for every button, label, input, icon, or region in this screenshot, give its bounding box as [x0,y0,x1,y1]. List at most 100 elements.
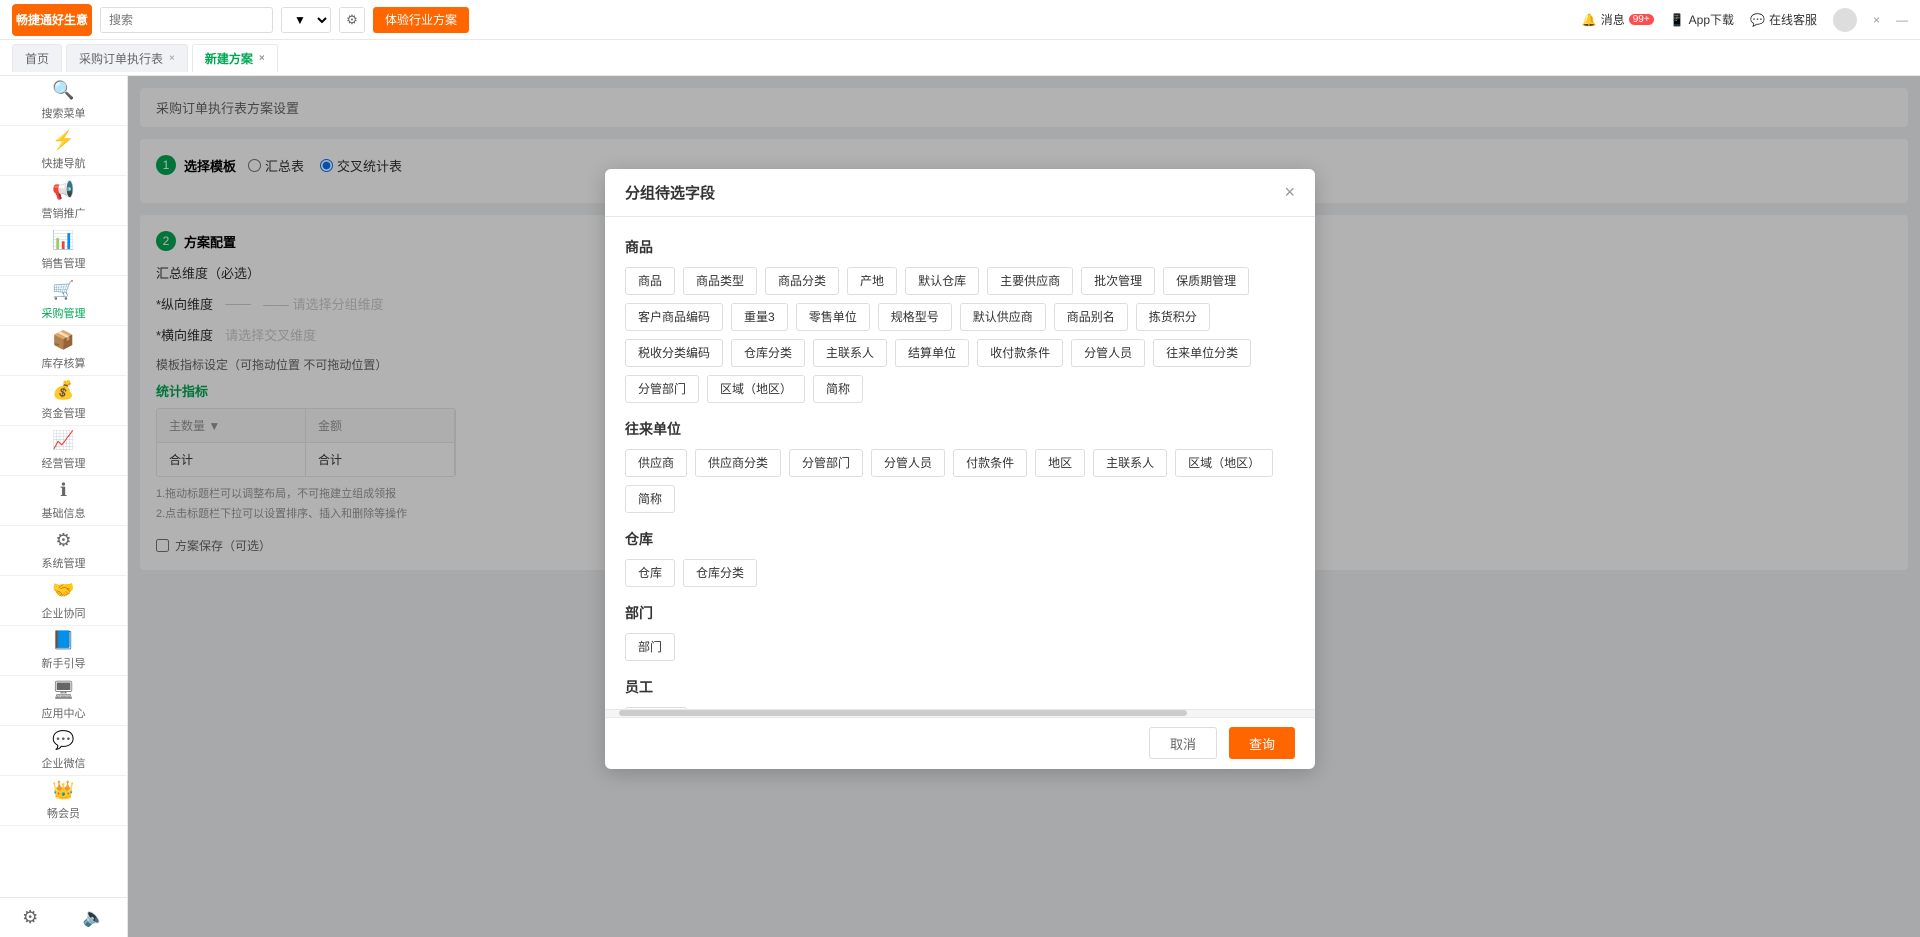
field-origin[interactable]: 产地 [847,267,897,295]
product-fields: 商品 商品类型 商品分类 产地 默认仓库 主要供应商 批次管理 保质期管理 客户… [625,267,1295,403]
sidebar-item-collab[interactable]: 🤝 企业协同 [0,576,127,626]
sidebar-item-basic-info[interactable]: ℹ 基础信息 [0,476,127,526]
minimize-icon[interactable]: — [1896,13,1908,27]
cancel-button[interactable]: 取消 [1149,727,1217,759]
message-icon: 🔔 [1582,13,1597,27]
appstore-icon: 🖥 [52,680,75,701]
online-service-button[interactable]: 💬 在线客服 [1750,11,1817,28]
modal-footer: 取消 查询 [605,717,1315,769]
field-pick-points[interactable]: 拣货积分 [1136,303,1210,331]
message-button[interactable]: 🔔 消息 99+ [1582,11,1654,28]
field-product-type[interactable]: 商品类型 [683,267,757,295]
topbar-dropdown[interactable]: ▼ [281,7,331,33]
field-product[interactable]: 商品 [625,267,675,295]
field-partner-payment[interactable]: 付款条件 [953,449,1027,477]
field-partner-supervisor[interactable]: 分管人员 [871,449,945,477]
field-tax-code[interactable]: 税收分类编码 [625,339,723,367]
sidebar-item-system[interactable]: ⚙ 系统管理 [0,526,127,576]
tab-new-plan[interactable]: 新建方案 × [192,44,278,72]
tab-home[interactable]: 首页 [12,44,62,72]
field-main-supplier[interactable]: 主要供应商 [987,267,1073,295]
basic-info-icon: ℹ [60,480,67,501]
field-default-supplier[interactable]: 默认供应商 [960,303,1046,331]
partner-fields: 供应商 供应商分类 分管部门 分管人员 付款条件 地区 主联系人 区域（地区） … [625,449,1295,513]
sidebar-item-wechat[interactable]: 💬 企业微信 [0,726,127,776]
message-badge: 99+ [1629,14,1654,25]
sidebar-item-guide[interactable]: 📘 新手引导 [0,626,127,676]
wechat-icon: 💬 [52,730,74,751]
search-input[interactable] [100,7,273,33]
field-supplier[interactable]: 供应商 [625,449,687,477]
bottom-audio-icon[interactable]: 🔈 [82,907,104,928]
finance-icon: 💰 [52,380,74,401]
field-default-warehouse[interactable]: 默认仓库 [905,267,979,295]
field-retail-unit[interactable]: 零售单位 [796,303,870,331]
field-batch-mgmt[interactable]: 批次管理 [1081,267,1155,295]
gear-icon[interactable]: ⚙ [339,7,365,33]
modal-close-button[interactable]: × [1284,183,1295,201]
field-partner-region[interactable]: 区域（地区） [1175,449,1273,477]
sidebar-item-search[interactable]: 🔍 搜索菜单 [0,76,127,126]
close-icon[interactable]: × [1873,13,1880,27]
field-region[interactable]: 区域（地区） [707,375,805,403]
field-shortname[interactable]: 简称 [813,375,863,403]
sidebar: 🔍 搜索菜单 ⚡ 快捷导航 📢 营销推广 📊 销售管理 🛒 采购管理 📦 库存核… [0,76,128,937]
section-title-employee: 员工 [625,677,1295,697]
modal-body: 商品 商品 商品类型 商品分类 产地 默认仓库 主要供应商 批次管理 保质期管理… [605,217,1315,709]
field-dept[interactable]: 部门 [625,633,675,661]
sidebar-item-sales[interactable]: 📊 销售管理 [0,226,127,276]
marketing-icon: 📢 [52,180,74,201]
field-customer-code[interactable]: 客户商品编码 [625,303,723,331]
field-partner-area[interactable]: 地区 [1035,449,1085,477]
tabbar: 首页 采购订单执行表 × 新建方案 × [0,40,1920,76]
field-partner-category[interactable]: 往来单位分类 [1153,339,1251,367]
service-icon: 💬 [1750,13,1765,27]
field-product-category[interactable]: 商品分类 [765,267,839,295]
quicknav-icon: ⚡ [52,130,74,151]
field-product-alias[interactable]: 商品别名 [1054,303,1128,331]
field-main-contact[interactable]: 主联系人 [813,339,887,367]
purchase-icon: 🛒 [52,280,74,301]
confirm-button[interactable]: 查询 [1229,727,1295,759]
sidebar-item-purchase[interactable]: 🛒 采购管理 [0,276,127,326]
sidebar-item-operations[interactable]: 📈 经营管理 [0,426,127,476]
sidebar-item-member[interactable]: 👑 畅会员 [0,776,127,826]
field-expiry-mgmt[interactable]: 保质期管理 [1163,267,1249,295]
sidebar-item-finance[interactable]: 💰 资金管理 [0,376,127,426]
field-partner-shortname[interactable]: 简称 [625,485,675,513]
modal-hscroll-thumb[interactable] [619,710,1187,716]
field-settlement-unit[interactable]: 结算单位 [895,339,969,367]
tab-close-new-plan[interactable]: × [259,53,265,64]
field-spec-model[interactable]: 规格型号 [878,303,952,331]
avatar[interactable] [1833,8,1857,32]
sidebar-item-appstore[interactable]: 🖥 应用中心 [0,676,127,726]
sidebar-item-inventory[interactable]: 📦 库存核算 [0,326,127,376]
inventory-icon: 📦 [52,330,74,351]
section-title-product: 商品 [625,237,1295,257]
field-payment-terms[interactable]: 收付款条件 [977,339,1063,367]
field-warehouse[interactable]: 仓库 [625,559,675,587]
topbar-right: 🔔 消息 99+ 📱 App下载 💬 在线客服 × — [1582,8,1908,32]
tab-purchase-order[interactable]: 采购订单执行表 × [66,44,188,72]
field-partner-contact[interactable]: 主联系人 [1093,449,1167,477]
sidebar-item-quicknav[interactable]: ⚡ 快捷导航 [0,126,127,176]
field-warehouse-type[interactable]: 仓库分类 [683,559,757,587]
guide-icon: 📘 [52,630,74,651]
tab-close-purchase[interactable]: × [169,53,175,64]
app-download-button[interactable]: 📱 App下载 [1670,11,1734,28]
field-warehouse-category[interactable]: 仓库分类 [731,339,805,367]
field-weight3[interactable]: 重量3 [731,303,788,331]
field-partner-dept[interactable]: 分管部门 [789,449,863,477]
dept-fields: 部门 [625,633,1295,661]
sales-icon: 📊 [52,230,74,251]
trial-button[interactable]: 体验行业方案 [373,7,469,33]
field-dept-mgmt[interactable]: 分管部门 [625,375,699,403]
field-supplier-category[interactable]: 供应商分类 [695,449,781,477]
section-title-warehouse: 仓库 [625,529,1295,549]
field-supervisor[interactable]: 分管人员 [1071,339,1145,367]
modal-title: 分组待选字段 [625,182,715,203]
sidebar-item-marketing[interactable]: 📢 营销推广 [0,176,127,226]
bottom-settings-icon[interactable]: ⚙ [22,907,38,928]
section-title-partner: 往来单位 [625,419,1295,439]
modal-hscrollbar[interactable] [605,709,1315,717]
